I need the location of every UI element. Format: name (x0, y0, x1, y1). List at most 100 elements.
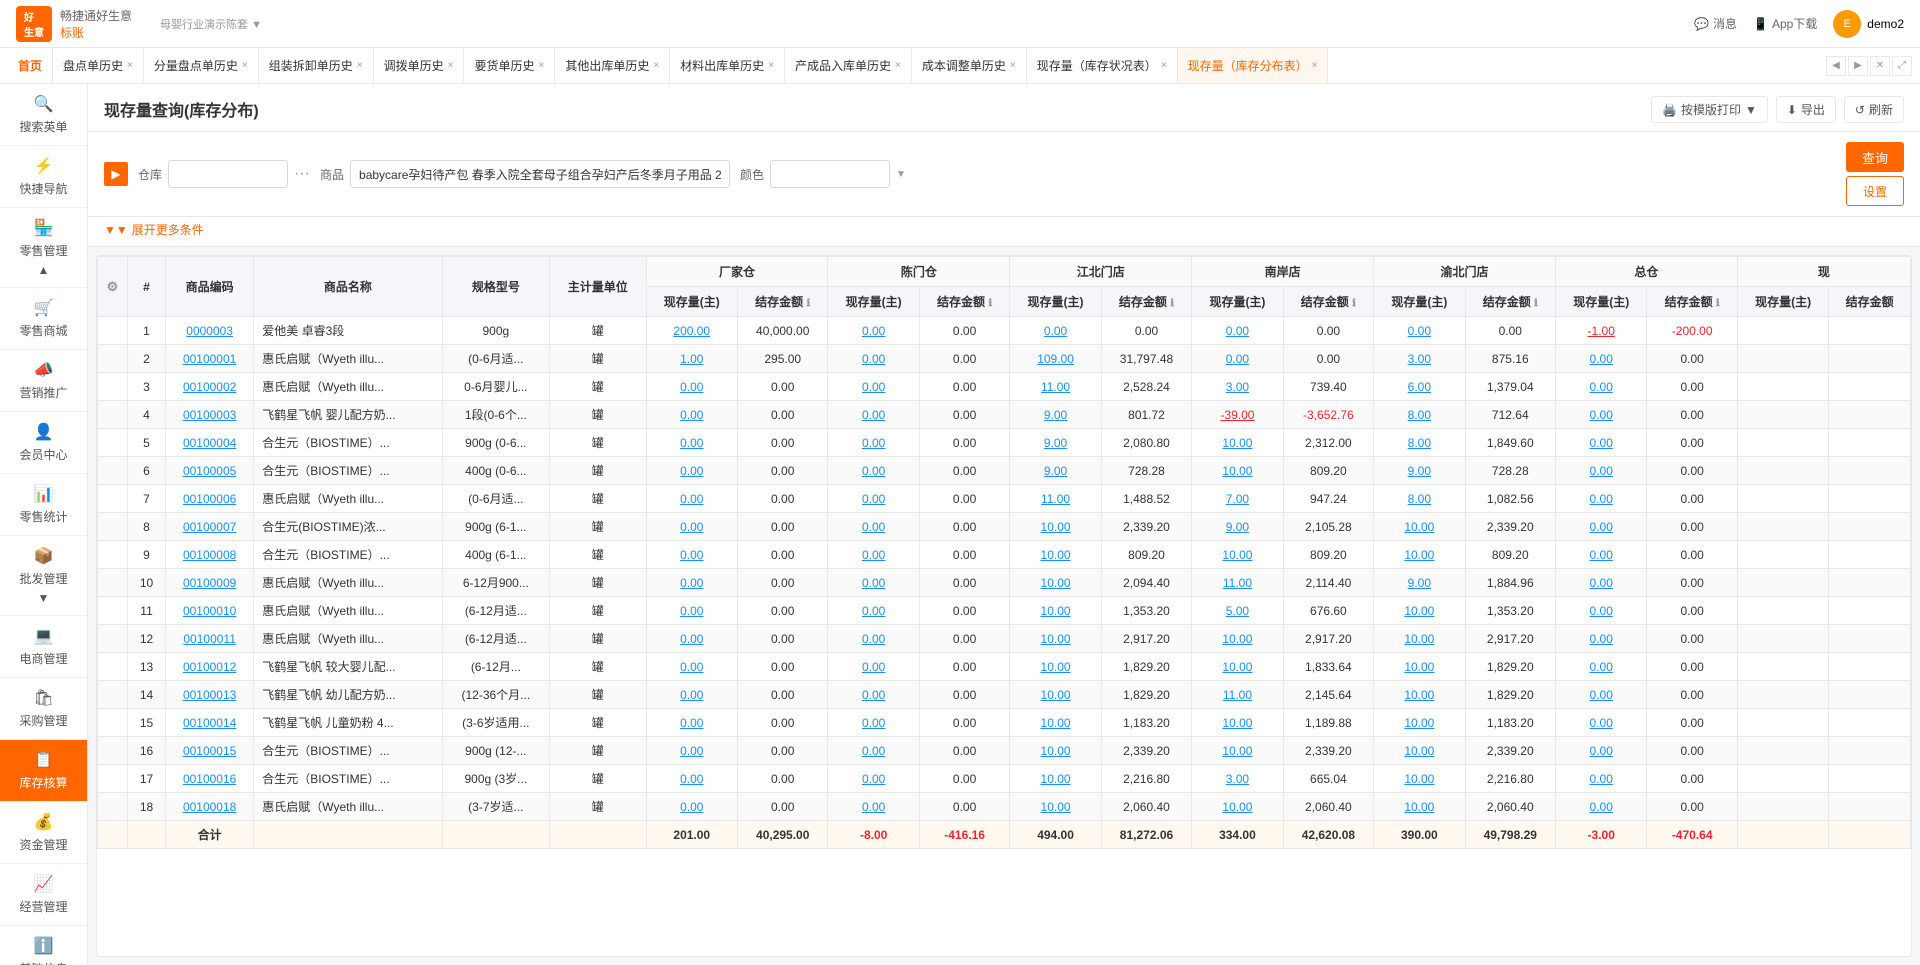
table-cell[interactable]: 0.00 (646, 709, 737, 737)
table-cell[interactable]: 10.00 (1010, 709, 1101, 737)
table-cell[interactable]: 0.00 (828, 401, 919, 429)
close-icon[interactable]: × (127, 60, 133, 71)
warehouse-input[interactable] (168, 160, 288, 188)
table-cell[interactable]: 0.00 (1555, 597, 1646, 625)
table-cell[interactable]: 00100001 (166, 345, 254, 373)
messages-btn[interactable]: 💬 消息 (1694, 15, 1737, 32)
info-icon[interactable]: ℹ (806, 298, 810, 309)
tab-7[interactable]: 材料出库单历史 × (670, 48, 785, 84)
table-cell[interactable]: 0.00 (1010, 317, 1101, 345)
table-cell[interactable]: 0.00 (646, 401, 737, 429)
table-cell[interactable]: 0.00 (828, 541, 919, 569)
table-cell[interactable]: 00100018 (166, 793, 254, 821)
table-cell[interactable]: 9.00 (1374, 569, 1465, 597)
table-cell[interactable]: 10.00 (1010, 625, 1101, 653)
table-cell[interactable]: 00100012 (166, 653, 254, 681)
table-cell[interactable]: 0.00 (646, 541, 737, 569)
tab-5[interactable]: 要货单历史 × (464, 48, 555, 84)
table-cell[interactable]: 0.00 (828, 737, 919, 765)
table-cell[interactable]: 0.00 (828, 457, 919, 485)
sidebar-item-nav[interactable]: ⚡ 快捷导航 (0, 146, 87, 208)
tab-9[interactable]: 成本调整单历史 × (912, 48, 1027, 84)
table-cell[interactable]: 9.00 (1374, 457, 1465, 485)
table-cell[interactable]: 8.00 (1374, 485, 1465, 513)
table-cell[interactable]: 10.00 (1010, 541, 1101, 569)
table-cell[interactable]: 6.00 (1374, 373, 1465, 401)
table-cell[interactable]: 00100010 (166, 597, 254, 625)
sidebar-item-retail-mgmt[interactable]: 🏪 零售管理 ▲ (0, 208, 87, 288)
table-cell[interactable]: 10.00 (1374, 681, 1465, 709)
table-cell[interactable]: 10.00 (1010, 737, 1101, 765)
table-cell[interactable]: 10.00 (1192, 457, 1283, 485)
color-dropdown-icon[interactable]: ▼ (896, 169, 906, 180)
tab-2[interactable]: 分量盘点单历史 × (144, 48, 259, 84)
warehouse-more-icon[interactable]: ··· (294, 165, 310, 183)
sidebar-item-retail-shop[interactable]: 🛒 零售商城 (0, 288, 87, 350)
table-cell[interactable]: 0.00 (1555, 429, 1646, 457)
info-icon[interactable]: ℹ (1352, 298, 1356, 309)
table-cell[interactable]: 00100006 (166, 485, 254, 513)
close-icon[interactable]: × (538, 60, 544, 71)
sidebar-item-marketing[interactable]: 📣 营销推广 (0, 350, 87, 412)
table-cell[interactable]: 0.00 (828, 765, 919, 793)
table-cell[interactable]: 10.00 (1010, 653, 1101, 681)
table-cell[interactable]: 0.00 (1555, 457, 1646, 485)
table-cell[interactable]: 10.00 (1374, 765, 1465, 793)
print-button[interactable]: 🖨️ 按模版打印 ▼ (1651, 96, 1768, 123)
table-cell[interactable]: 10.00 (1192, 709, 1283, 737)
table-cell[interactable]: 0.00 (646, 373, 737, 401)
table-cell[interactable]: 0.00 (646, 513, 737, 541)
table-cell[interactable]: 00100016 (166, 765, 254, 793)
table-cell[interactable]: 5.00 (1192, 597, 1283, 625)
sidebar-item-inventory[interactable]: 📋 库存核算 (0, 740, 87, 802)
sidebar-item-retail-stats[interactable]: 📊 零售统计 (0, 474, 87, 536)
refresh-button[interactable]: ↺ 刷新 (1844, 96, 1904, 123)
close-icon[interactable]: × (653, 60, 659, 71)
table-cell[interactable]: 10.00 (1374, 513, 1465, 541)
table-cell[interactable]: 11.00 (1010, 373, 1101, 401)
table-cell[interactable]: 7.00 (1192, 485, 1283, 513)
table-cell[interactable]: -1.00 (1555, 317, 1646, 345)
table-cell[interactable]: 0.00 (646, 737, 737, 765)
table-cell[interactable]: 3.00 (1192, 765, 1283, 793)
close-icon[interactable]: × (1312, 60, 1318, 71)
table-cell[interactable]: 9.00 (1010, 429, 1101, 457)
table-cell[interactable]: 1.00 (646, 345, 737, 373)
table-cell[interactable]: 10.00 (1374, 597, 1465, 625)
table-cell[interactable]: 0.00 (828, 569, 919, 597)
sidebar-item-members[interactable]: 👤 会员中心 (0, 412, 87, 474)
filter-toggle[interactable]: ▶ (104, 162, 128, 186)
table-cell[interactable]: 00100011 (166, 625, 254, 653)
table-cell[interactable]: 11.00 (1192, 681, 1283, 709)
table-cell[interactable]: 0.00 (646, 457, 737, 485)
tab-11[interactable]: 现存量（库存分布表）× (1178, 48, 1329, 84)
table-cell[interactable]: 9.00 (1010, 401, 1101, 429)
table-cell[interactable]: 00100014 (166, 709, 254, 737)
industry-selector[interactable]: 母婴行业演示陈套 ▼ (160, 16, 262, 32)
tab-home[interactable]: 首页 (8, 48, 53, 84)
table-cell[interactable]: 10.00 (1374, 625, 1465, 653)
table-cell[interactable]: 0.00 (646, 625, 737, 653)
table-cell[interactable]: 10.00 (1192, 793, 1283, 821)
table-cell[interactable]: 0.00 (828, 653, 919, 681)
table-cell[interactable]: 8.00 (1374, 429, 1465, 457)
table-cell[interactable]: 0.00 (1555, 373, 1646, 401)
table-cell[interactable]: 00100004 (166, 429, 254, 457)
table-cell[interactable]: 0.00 (1555, 737, 1646, 765)
table-cell[interactable]: 00100008 (166, 541, 254, 569)
table-cell[interactable]: 200.00 (646, 317, 737, 345)
download-btn[interactable]: 📱 App下载 (1753, 15, 1817, 32)
table-cell[interactable]: 00100005 (166, 457, 254, 485)
table-cell[interactable]: 00100007 (166, 513, 254, 541)
tab-6[interactable]: 其他出库单历史 × (555, 48, 670, 84)
sidebar-item-basic-info[interactable]: ℹ️ 基础信息 (0, 926, 87, 965)
table-cell[interactable]: 10.00 (1374, 653, 1465, 681)
table-cell[interactable]: 10.00 (1192, 429, 1283, 457)
table-cell[interactable]: 3.00 (1374, 345, 1465, 373)
info-icon[interactable]: ℹ (1716, 298, 1720, 309)
table-cell[interactable]: 0.00 (646, 429, 737, 457)
user-area[interactable]: E demo2 (1833, 10, 1904, 38)
table-cell[interactable]: 0.00 (828, 625, 919, 653)
table-cell[interactable]: 0.00 (828, 513, 919, 541)
sidebar-item-operations[interactable]: 📈 经营管理 (0, 864, 87, 926)
